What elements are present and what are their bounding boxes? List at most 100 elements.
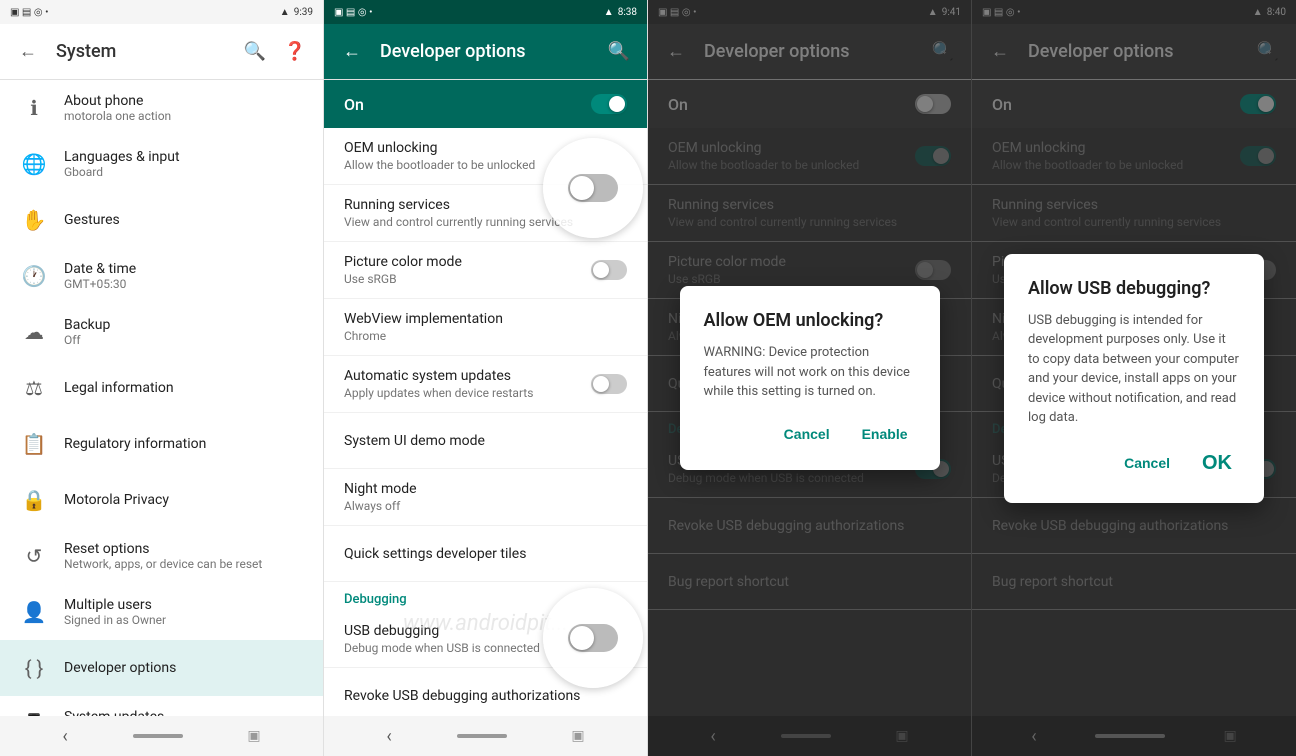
notification-icons-mid: ▣ ▤ ◎ •	[334, 7, 372, 18]
sidebar-item-reset[interactable]: ↺ Reset options Network, apps, or device…	[0, 528, 323, 584]
toolbar-mid: ← Developer options 🔍	[324, 24, 647, 80]
backup-sub: Off	[64, 333, 307, 347]
toolbar-title-left: System	[56, 41, 227, 62]
notification-icons: ▣ ▤ ◎ •	[10, 7, 48, 18]
quick-settings-title-mid: Quick settings developer tiles	[344, 546, 627, 562]
picture-color-mid[interactable]: Picture color mode Use sRGB	[324, 242, 647, 299]
on-toggle-knob-mid	[609, 96, 625, 112]
oem-dialog-overlay: Allow OEM unlocking? WARNING: Device pro…	[648, 0, 971, 756]
auto-updates-title-mid: Automatic system updates	[344, 368, 591, 384]
mid2-panel: ▣ ▤ ◎ • ▲ 9:41 ← Developer options 🔍 On …	[648, 0, 972, 756]
usb-cancel-button[interactable]: Cancel	[1116, 448, 1178, 479]
sidebar-item-about[interactable]: ℹ About phone motorola one action	[0, 80, 323, 136]
home-pill-left[interactable]	[133, 734, 183, 738]
status-right-mid: ▲ 8:38	[604, 7, 637, 18]
users-title: Multiple users	[64, 597, 307, 613]
sidebar-item-privacy[interactable]: 🔒 Motorola Privacy	[0, 472, 323, 528]
sidebar-item-regulatory[interactable]: 📋 Regulatory information	[0, 416, 323, 472]
about-sub: motorola one action	[64, 109, 307, 123]
nav-bar-mid: ‹ ▣	[324, 716, 647, 756]
mid-panel: ▣ ▤ ◎ • ▲ 8:38 ← Developer options 🔍 On …	[324, 0, 648, 756]
languages-sub: Gboard	[64, 165, 307, 179]
datetime-title: Date & time	[64, 261, 307, 277]
nav-up-icon[interactable]: ←	[16, 40, 40, 64]
usb-big-toggle-mid[interactable]	[568, 624, 618, 652]
back-arrow-left[interactable]: ‹	[62, 726, 67, 747]
sidebar-item-users[interactable]: 👤 Multiple users Signed in as Owner	[0, 584, 323, 640]
toolbar-left: ← System 🔍 ❓	[0, 24, 323, 80]
oem-circle-mid[interactable]	[543, 138, 643, 238]
usb-dialog-actions: Cancel OK	[1028, 448, 1240, 479]
backup-icon: ☁	[16, 314, 52, 350]
usb-ok-button[interactable]: OK	[1194, 448, 1240, 479]
picture-toggle-mid[interactable]	[591, 260, 627, 280]
oem-dialog-title: Allow OEM unlocking?	[704, 310, 916, 331]
system-ui-title-mid: System UI demo mode	[344, 433, 627, 449]
webview-mid[interactable]: WebView implementation Chrome	[324, 299, 647, 356]
wifi-icon-mid: ▲	[604, 7, 614, 18]
updates-title: System updates	[64, 709, 307, 716]
backup-title: Backup	[64, 317, 307, 333]
night-mode-sub-mid: Always off	[344, 499, 627, 513]
sidebar-item-legal[interactable]: ⚖ Legal information	[0, 360, 323, 416]
settings-list-mid: OEM unlocking Allow the bootloader to be…	[324, 128, 647, 716]
legal-title: Legal information	[64, 380, 307, 396]
on-toggle-mid[interactable]	[591, 94, 627, 114]
developer-icon: { }	[16, 650, 52, 686]
sidebar-item-system-updates[interactable]: 📱 System updates Updated to Android 9	[0, 696, 323, 716]
oem-row-mid: OEM unlocking Allow the bootloader to be…	[324, 128, 647, 185]
system-ui-mid[interactable]: System UI demo mode	[324, 413, 647, 469]
help-icon-left[interactable]: ❓	[283, 40, 307, 64]
oem-dialog-body: WARNING: Device protection features will…	[704, 343, 916, 402]
search-icon-left[interactable]: 🔍	[243, 40, 267, 64]
legal-icon: ⚖	[16, 370, 52, 406]
revoke-title-mid: Revoke USB debugging authorizations	[344, 688, 627, 704]
sidebar-item-developer[interactable]: { } Developer options	[0, 640, 323, 696]
status-icons-mid: ▣ ▤ ◎ •	[334, 7, 372, 18]
users-icon: 👤	[16, 594, 52, 630]
back-arrow-mid[interactable]: ‹	[386, 726, 391, 747]
oem-big-toggle-mid[interactable]	[568, 174, 618, 202]
wifi-icon: ▲	[280, 7, 290, 18]
sidebar-item-gestures[interactable]: ✋ Gestures	[0, 192, 323, 248]
status-right-left: ▲ 9:39	[280, 7, 313, 18]
updates-icon: 📱	[16, 706, 52, 716]
home-pill-mid[interactable]	[457, 734, 507, 738]
picture-title-mid: Picture color mode	[344, 254, 591, 270]
about-icon: ℹ	[16, 90, 52, 126]
sidebar-list: ℹ About phone motorola one action 🌐 Lang…	[0, 80, 323, 716]
on-banner-mid: On	[324, 80, 647, 128]
left-panel: ▣ ▤ ◎ • ▲ 9:39 ← System 🔍 ❓ ℹ About phon…	[0, 0, 324, 756]
webview-title-mid: WebView implementation	[344, 311, 627, 327]
search-icon-mid[interactable]: 🔍	[607, 40, 631, 64]
back-icon-mid[interactable]: ←	[340, 40, 364, 64]
time-mid: 8:38	[618, 7, 637, 18]
sidebar-item-backup[interactable]: ☁ Backup Off	[0, 304, 323, 360]
privacy-icon: 🔒	[16, 482, 52, 518]
gestures-icon: ✋	[16, 202, 52, 238]
status-icons-left: ▣ ▤ ◎ •	[10, 7, 48, 18]
oem-cancel-button[interactable]: Cancel	[776, 422, 838, 446]
developer-title: Developer options	[64, 660, 307, 676]
reset-title: Reset options	[64, 541, 307, 557]
usb-dialog-body: USB debugging is intended for developmen…	[1028, 311, 1240, 428]
recents-icon-mid[interactable]: ▣	[571, 728, 584, 744]
picture-sub-mid: Use sRGB	[344, 272, 591, 286]
sidebar-item-languages[interactable]: 🌐 Languages & input Gboard	[0, 136, 323, 192]
on-label-mid: On	[344, 95, 364, 114]
reset-sub: Network, apps, or device can be reset	[64, 557, 307, 571]
gestures-title: Gestures	[64, 212, 307, 228]
languages-title: Languages & input	[64, 149, 307, 165]
auto-updates-toggle-mid[interactable]	[591, 374, 627, 394]
usb-circle-mid[interactable]	[543, 588, 643, 688]
oem-enable-button[interactable]: Enable	[854, 422, 916, 446]
quick-settings-mid[interactable]: Quick settings developer tiles	[324, 526, 647, 582]
night-mode-mid[interactable]: Night mode Always off	[324, 469, 647, 526]
sidebar-item-datetime[interactable]: 🕐 Date & time GMT+05:30	[0, 248, 323, 304]
webview-sub-mid: Chrome	[344, 329, 627, 343]
recents-icon-left[interactable]: ▣	[247, 728, 260, 744]
reset-icon: ↺	[16, 538, 52, 574]
time-left: 9:39	[294, 7, 313, 18]
auto-updates-mid[interactable]: Automatic system updates Apply updates w…	[324, 356, 647, 413]
languages-icon: 🌐	[16, 146, 52, 182]
